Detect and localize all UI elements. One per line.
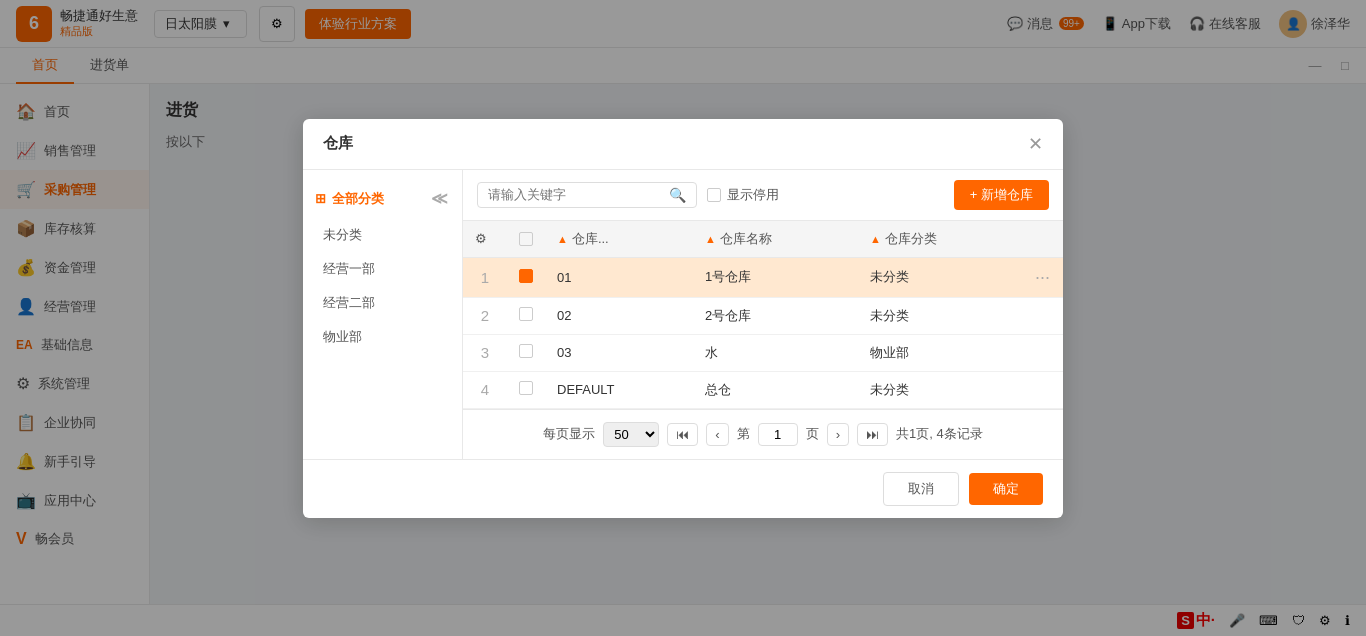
show-disabled-text: 显示停用 (727, 186, 779, 204)
search-box: 🔍 (477, 182, 697, 208)
cell-category: 未分类 (858, 257, 1023, 297)
cell-name: 总仓 (693, 371, 858, 408)
per-page-select[interactable]: 50 100 (603, 422, 659, 447)
cell-code: 03 (545, 334, 693, 371)
table-row[interactable]: 1 01 1号仓库 未分类 ··· (463, 257, 1063, 297)
cell-category: 未分类 (858, 297, 1023, 334)
category-item-property[interactable]: 物业部 (303, 320, 462, 354)
category-header: ⊞ 全部分类 ≪ (303, 180, 462, 218)
cell-checkbox[interactable] (507, 297, 545, 334)
per-page-label: 每页显示 (543, 425, 595, 443)
cell-index: 3 (463, 334, 507, 371)
table-row[interactable]: 2 02 2号仓库 未分类 (463, 297, 1063, 334)
cell-index: 2 (463, 297, 507, 334)
cell-more (1023, 297, 1063, 334)
col-code: ▲仓库... (545, 221, 693, 258)
pagination: 每页显示 50 100 ⏮ ‹ 第 页 › ⏭ 共1页, 4条记录 (463, 409, 1063, 459)
category-item-uncategorized[interactable]: 未分类 (303, 218, 462, 252)
cell-code: 02 (545, 297, 693, 334)
cell-more (1023, 371, 1063, 408)
category-item-ops1[interactable]: 经营一部 (303, 252, 462, 286)
search-icon: 🔍 (669, 187, 686, 203)
cell-name: 1号仓库 (693, 257, 858, 297)
add-warehouse-btn[interactable]: + 新增仓库 (954, 180, 1049, 210)
pg-total-info: 共1页, 4条记录 (896, 425, 983, 443)
category-panel: ⊞ 全部分类 ≪ 未分类 经营一部 经营二部 物业部 (303, 170, 463, 459)
col-category: ▲仓库分类 (858, 221, 1023, 258)
cell-index: 4 (463, 371, 507, 408)
col-name: ▲仓库名称 (693, 221, 858, 258)
cancel-btn[interactable]: 取消 (883, 472, 959, 506)
cell-checkbox[interactable] (507, 334, 545, 371)
cell-checkbox[interactable] (507, 371, 545, 408)
modal-body: ⊞ 全部分类 ≪ 未分类 经营一部 经营二部 物业部 🔍 (303, 170, 1063, 459)
show-disabled-label[interactable]: 显示停用 (707, 186, 779, 204)
table-header: ⚙ ▲仓库... ▲仓库名称 ▲仓库分类 (463, 221, 1063, 258)
cell-checkbox[interactable] (507, 257, 545, 297)
table-body: 1 01 1号仓库 未分类 ··· 2 02 2号仓库 未分类 3 03 水 物… (463, 257, 1063, 408)
pg-next-btn[interactable]: › (827, 423, 849, 446)
category-header-label: 全部分类 (332, 190, 384, 208)
category-item-ops2[interactable]: 经营二部 (303, 286, 462, 320)
pg-label: 第 (737, 425, 750, 443)
cell-index: 1 (463, 257, 507, 297)
modal-title: 仓库 (323, 134, 353, 153)
pg-suffix: 页 (806, 425, 819, 443)
data-table: ⚙ ▲仓库... ▲仓库名称 ▲仓库分类 1 (463, 221, 1063, 409)
modal-footer: 取消 确定 (303, 459, 1063, 518)
show-disabled-checkbox[interactable] (707, 188, 721, 202)
grid-icon: ⊞ (315, 191, 326, 206)
cell-name: 水 (693, 334, 858, 371)
col-actions (1023, 221, 1063, 258)
pg-first-btn[interactable]: ⏮ (667, 423, 698, 446)
cell-more: ··· (1023, 257, 1063, 297)
table-row[interactable]: 3 03 水 物业部 (463, 334, 1063, 371)
table-panel: 🔍 显示停用 + 新增仓库 ⚙ (463, 170, 1063, 459)
collapse-btn[interactable]: ≪ (428, 188, 450, 210)
table-toolbar: 🔍 显示停用 + 新增仓库 (463, 170, 1063, 221)
cell-code: DEFAULT (545, 371, 693, 408)
pg-last-btn[interactable]: ⏭ (857, 423, 888, 446)
modal-overlay: 仓库 ✕ ⊞ 全部分类 ≪ 未分类 经营一部 经营二部 物业部 (0, 0, 1366, 636)
pg-input[interactable] (758, 423, 798, 446)
modal-close-btn[interactable]: ✕ (1028, 133, 1043, 155)
cell-category: 物业部 (858, 334, 1023, 371)
cell-more (1023, 334, 1063, 371)
pg-prev-btn[interactable]: ‹ (706, 423, 728, 446)
col-gear: ⚙ (463, 221, 507, 258)
col-checkbox (507, 221, 545, 258)
cell-code: 01 (545, 257, 693, 297)
modal-header: 仓库 ✕ (303, 119, 1063, 170)
cell-name: 2号仓库 (693, 297, 858, 334)
confirm-btn[interactable]: 确定 (969, 473, 1043, 505)
cell-category: 未分类 (858, 371, 1023, 408)
search-input[interactable] (488, 187, 669, 202)
warehouse-modal: 仓库 ✕ ⊞ 全部分类 ≪ 未分类 经营一部 经营二部 物业部 (303, 119, 1063, 518)
table-row[interactable]: 4 DEFAULT 总仓 未分类 (463, 371, 1063, 408)
